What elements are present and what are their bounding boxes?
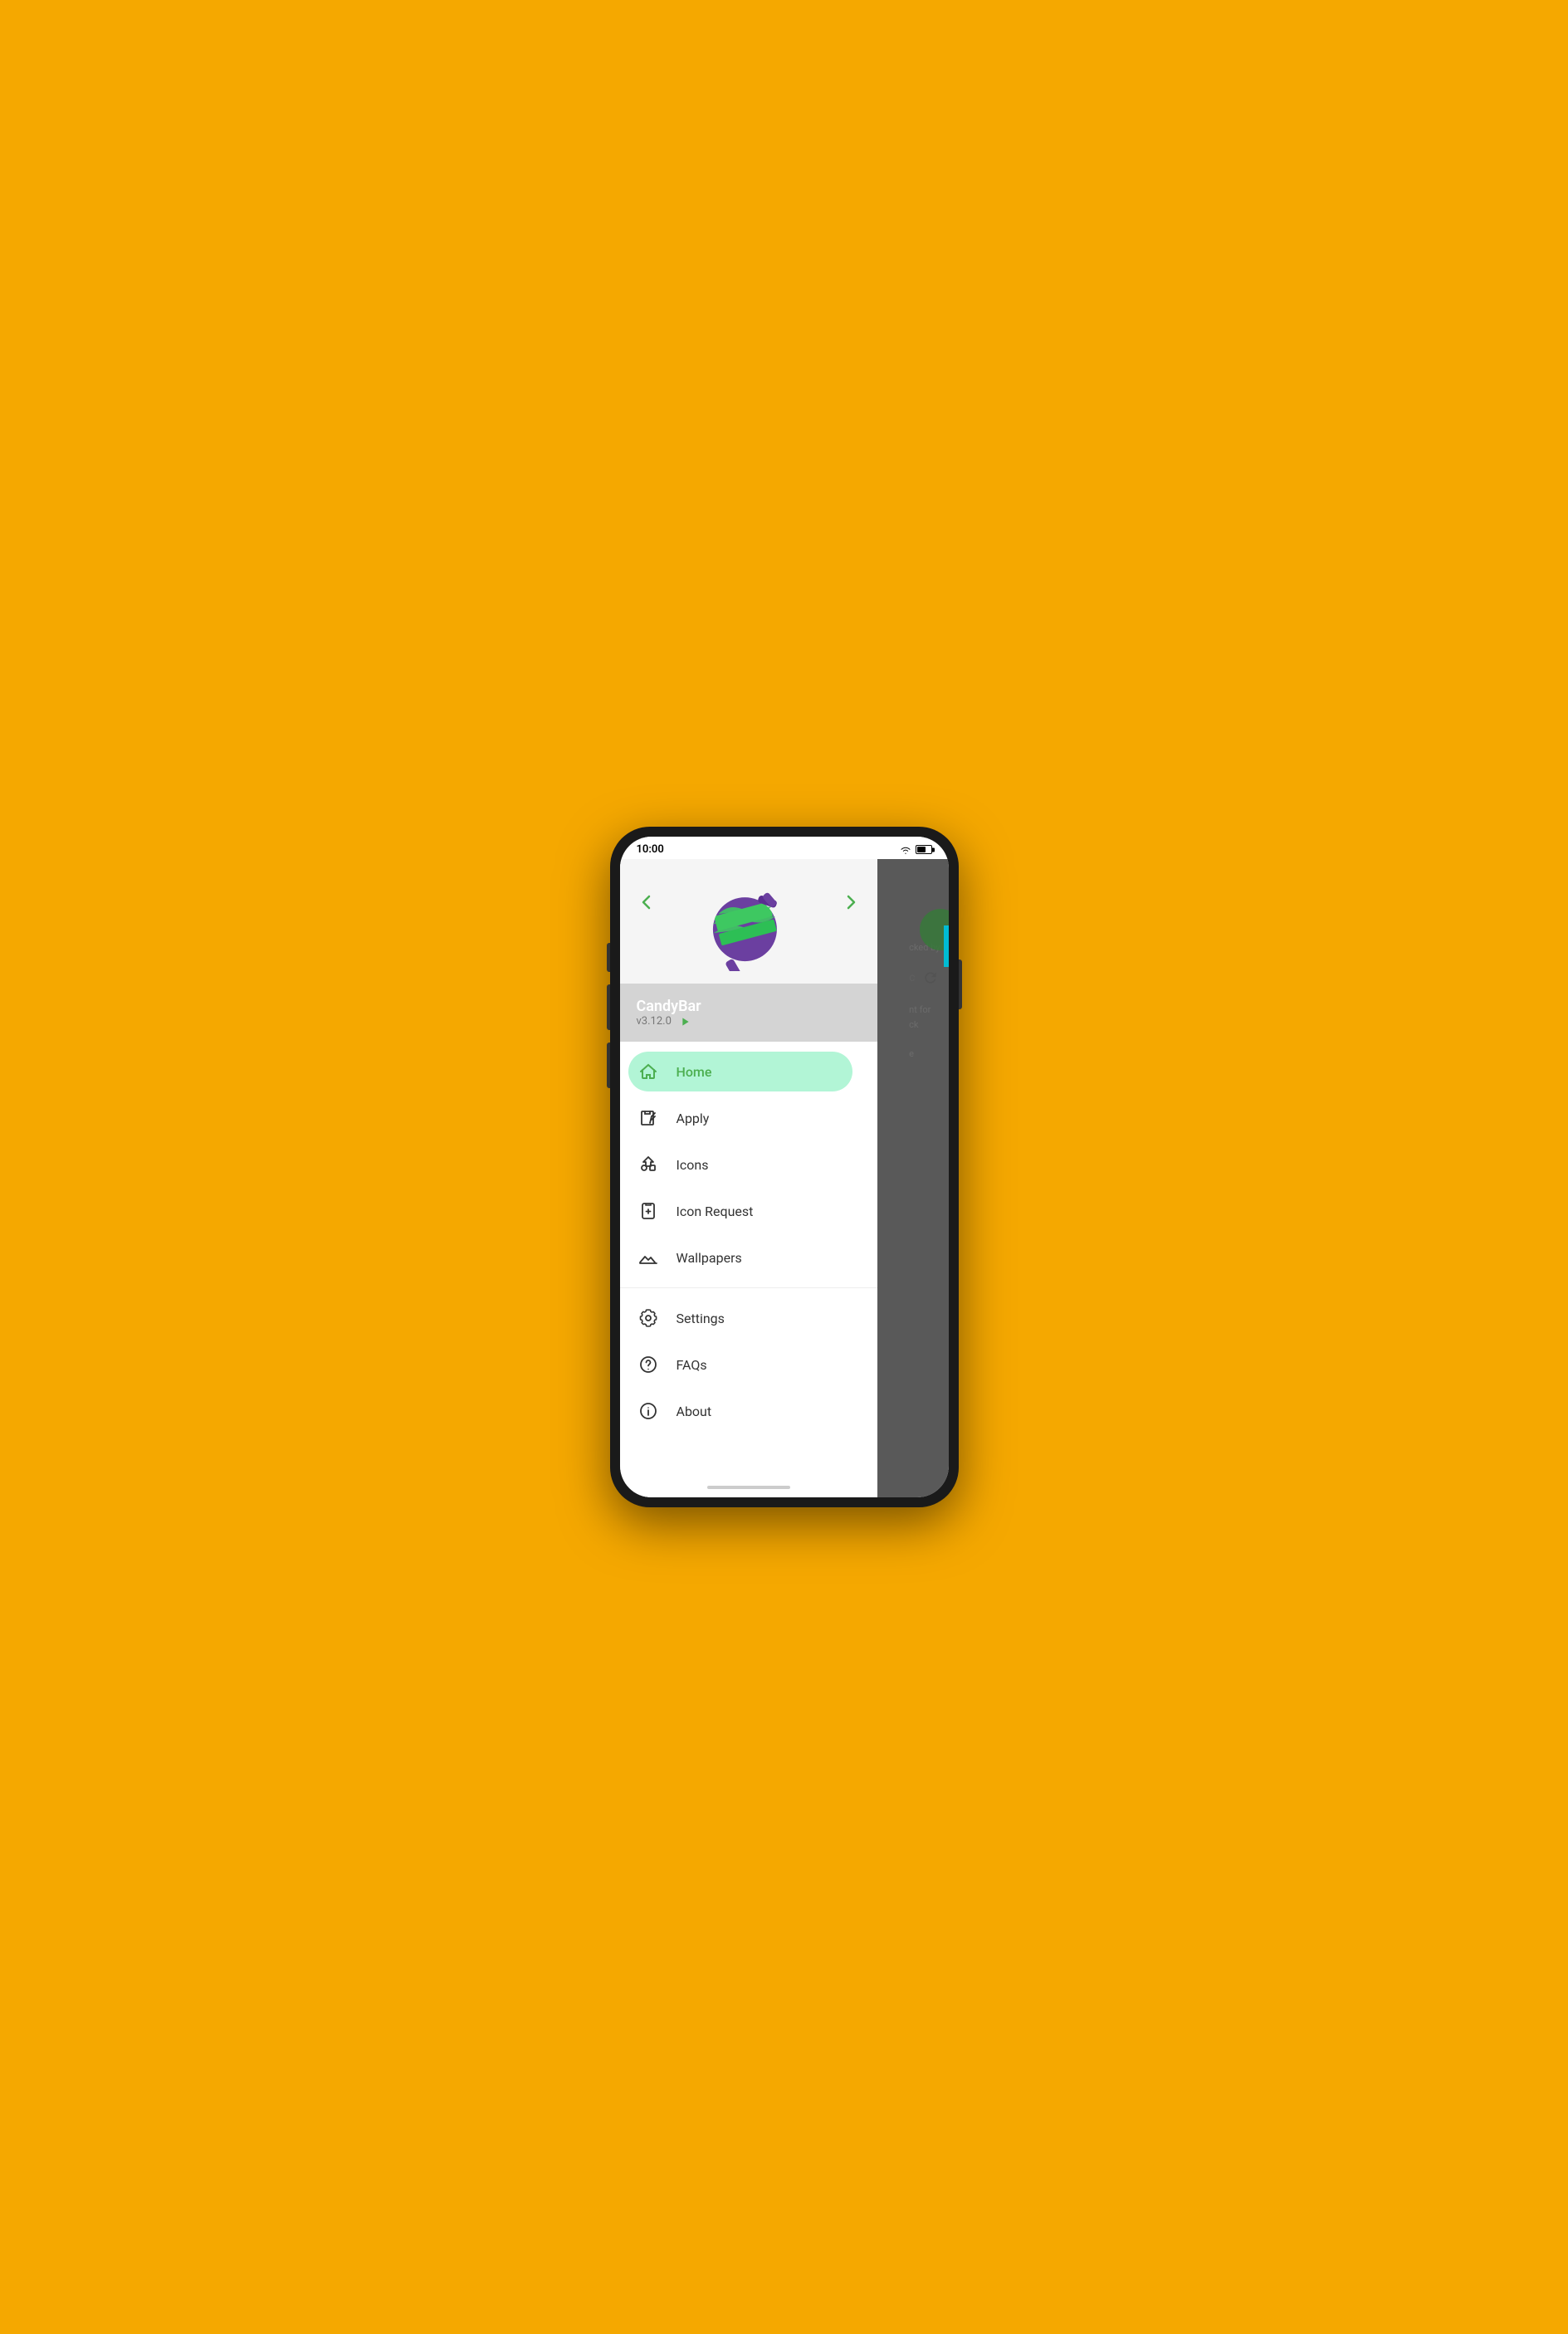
home-bar (707, 1486, 790, 1489)
icon-request-icon (637, 1199, 660, 1223)
drawer-scrim[interactable] (877, 859, 949, 1497)
status-bar: 10:00 (620, 837, 949, 859)
silent-button[interactable] (607, 1042, 610, 1088)
faqs-icon (637, 1353, 660, 1376)
nav-label-wallpapers: Wallpapers (677, 1250, 742, 1266)
play-small-icon[interactable] (678, 1015, 691, 1028)
nav-item-apply[interactable]: Apply (620, 1095, 877, 1141)
nav-label-settings: Settings (677, 1311, 725, 1326)
volume-up-button[interactable] (607, 943, 610, 972)
nav-label-icon-request: Icon Request (677, 1204, 754, 1219)
icons-nav-icon (637, 1153, 660, 1176)
app-name: CandyBar (637, 998, 701, 1015)
nav-item-settings[interactable]: Settings (620, 1295, 877, 1341)
drawer-header-bg (620, 859, 877, 992)
home-icon (637, 1060, 660, 1083)
nav-item-icon-request[interactable]: Icon Request (620, 1188, 877, 1234)
nav-label-home: Home (677, 1064, 712, 1080)
app-version: v3.12.0 (637, 1015, 672, 1028)
settings-icon (637, 1306, 660, 1330)
nav-item-wallpapers[interactable]: Wallpapers (620, 1234, 877, 1281)
nav-item-home[interactable]: Home (620, 1048, 877, 1095)
phone-device: 10:00 cked by (610, 827, 959, 1507)
nav-label-faqs: FAQs (677, 1357, 707, 1373)
nav-item-faqs[interactable]: FAQs (620, 1341, 877, 1388)
left-triangle-icon (637, 892, 657, 912)
battery-icon (916, 845, 932, 854)
nav-label-icons: Icons (677, 1157, 709, 1173)
home-indicator (620, 1477, 877, 1497)
nav-label-about: About (677, 1404, 712, 1419)
right-triangle-icon (841, 892, 861, 912)
about-icon (637, 1399, 660, 1423)
nav-divider (620, 1287, 877, 1288)
cyan-accent (944, 925, 949, 967)
phone-screen: 10:00 cked by (620, 837, 949, 1497)
power-button[interactable] (959, 959, 962, 1009)
wifi-icon (899, 845, 912, 855)
wallpapers-icon (637, 1246, 660, 1269)
prev-arrow[interactable] (637, 892, 657, 917)
nav-items-list: Home Apply (620, 1042, 877, 1477)
apply-icon (637, 1106, 660, 1130)
nav-item-about[interactable]: About (620, 1388, 877, 1434)
drawer-header: CandyBar v3.12.0 (620, 859, 877, 1042)
navigation-drawer: CandyBar v3.12.0 (620, 859, 877, 1497)
volume-down-button[interactable] (607, 984, 610, 1030)
app-name-version: CandyBar v3.12.0 (637, 998, 701, 1028)
next-arrow[interactable] (841, 892, 861, 917)
nav-item-icons[interactable]: Icons (620, 1141, 877, 1188)
nav-label-apply: Apply (677, 1111, 710, 1126)
screen-content: cked by c nt for ck e (620, 859, 949, 1497)
app-logo (703, 880, 794, 971)
status-icons (899, 845, 932, 855)
status-time: 10:00 (637, 843, 664, 856)
drawer-app-info: CandyBar v3.12.0 (620, 984, 877, 1042)
